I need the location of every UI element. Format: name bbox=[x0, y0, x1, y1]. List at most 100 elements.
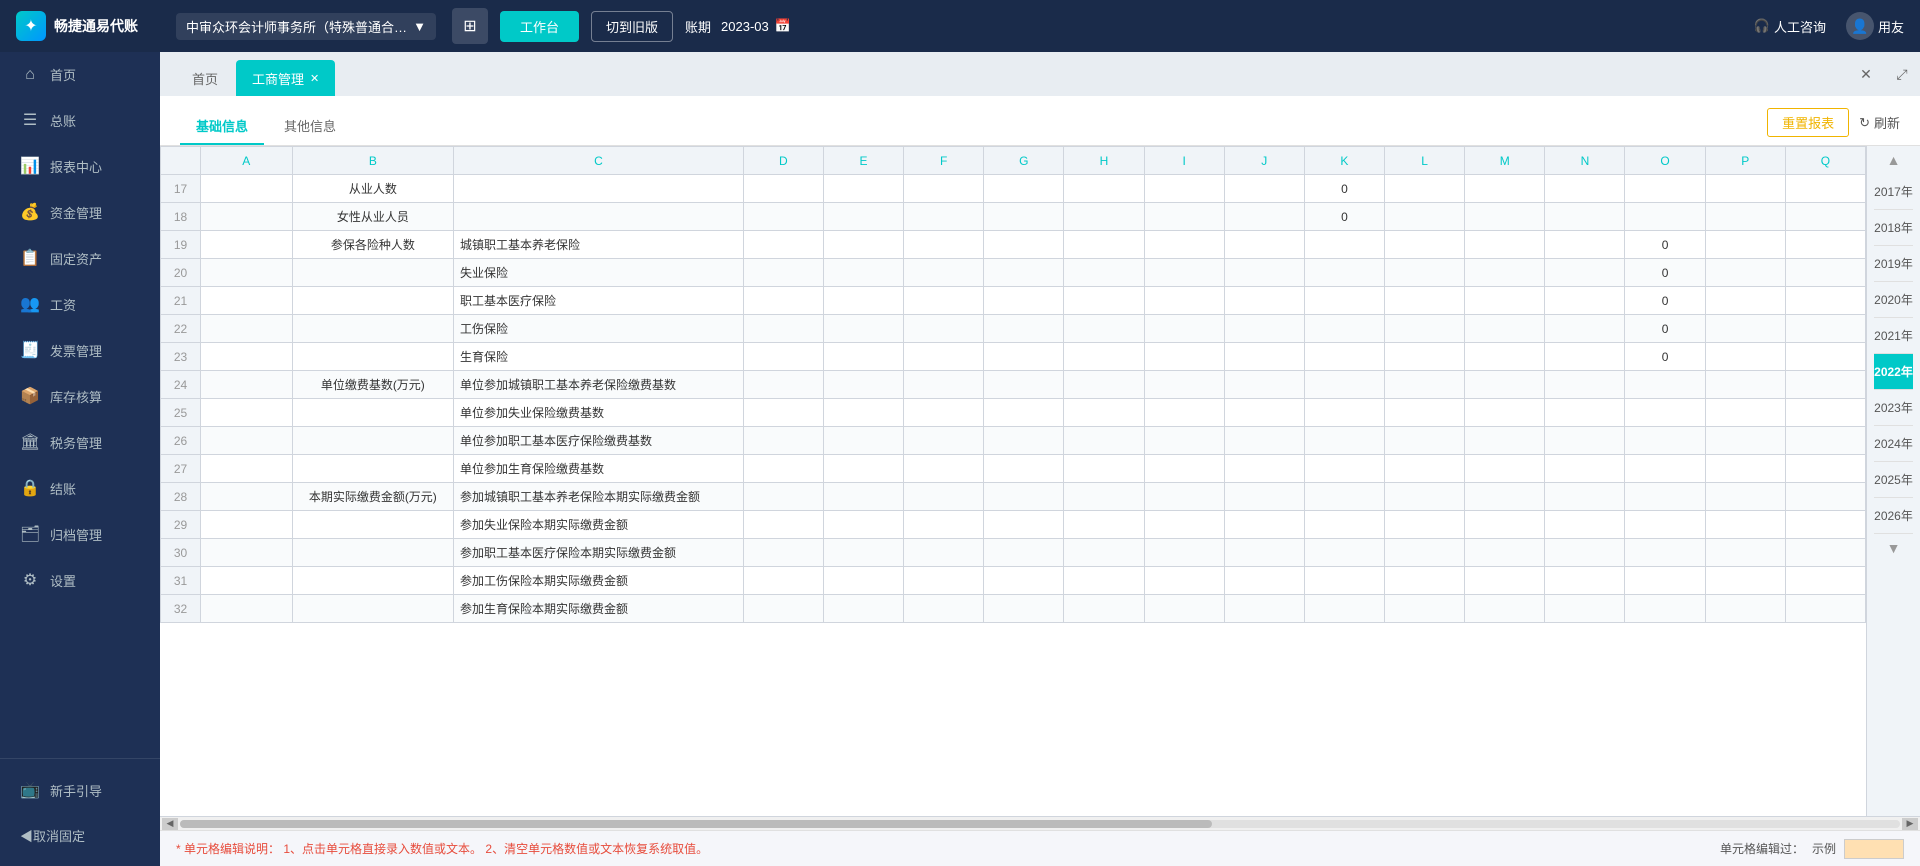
cell-g-11[interactable] bbox=[984, 483, 1064, 511]
cell-l-5[interactable] bbox=[1385, 315, 1465, 343]
cell-k-2[interactable] bbox=[1304, 231, 1384, 259]
cell-a-7[interactable] bbox=[201, 371, 293, 399]
cell-p-8[interactable] bbox=[1705, 399, 1785, 427]
cell-e-10[interactable] bbox=[823, 455, 903, 483]
sidebar-item-archive[interactable]: 🗂 归档管理 bbox=[0, 511, 160, 557]
cell-n-11[interactable] bbox=[1545, 483, 1625, 511]
cell-k-3[interactable] bbox=[1304, 259, 1384, 287]
cell-q-12[interactable] bbox=[1785, 511, 1865, 539]
cell-g-9[interactable] bbox=[984, 427, 1064, 455]
cell-f-1[interactable] bbox=[904, 203, 984, 231]
cell-k-1[interactable]: 0 bbox=[1304, 203, 1384, 231]
cell-m-13[interactable] bbox=[1465, 539, 1545, 567]
cell-k-10[interactable] bbox=[1304, 455, 1384, 483]
cell-a-13[interactable] bbox=[201, 539, 293, 567]
cell-f-10[interactable] bbox=[904, 455, 984, 483]
cell-c-3[interactable]: 失业保险 bbox=[454, 259, 744, 287]
cell-k-7[interactable] bbox=[1304, 371, 1384, 399]
cell-d-1[interactable] bbox=[743, 203, 823, 231]
cell-i-9[interactable] bbox=[1144, 427, 1224, 455]
cell-q-11[interactable] bbox=[1785, 483, 1865, 511]
cell-f-5[interactable] bbox=[904, 315, 984, 343]
cell-n-14[interactable] bbox=[1545, 567, 1625, 595]
year-item[interactable]: 2026年 bbox=[1874, 498, 1913, 534]
cell-c-8[interactable]: 单位参加失业保险缴费基数 bbox=[454, 399, 744, 427]
cell-b-4[interactable] bbox=[292, 287, 453, 315]
cell-j-13[interactable] bbox=[1224, 539, 1304, 567]
cell-p-12[interactable] bbox=[1705, 511, 1785, 539]
cell-j-14[interactable] bbox=[1224, 567, 1304, 595]
cell-e-4[interactable] bbox=[823, 287, 903, 315]
cell-p-13[interactable] bbox=[1705, 539, 1785, 567]
cell-q-6[interactable] bbox=[1785, 343, 1865, 371]
cell-a-12[interactable] bbox=[201, 511, 293, 539]
cell-h-14[interactable] bbox=[1064, 567, 1144, 595]
cell-k-8[interactable] bbox=[1304, 399, 1384, 427]
spreadsheet-container[interactable]: A B C D E F G H I J K L bbox=[160, 146, 1866, 816]
cell-e-3[interactable] bbox=[823, 259, 903, 287]
cell-c-11[interactable]: 参加城镇职工基本养老保险本期实际缴费金额 bbox=[454, 483, 744, 511]
cell-g-8[interactable] bbox=[984, 399, 1064, 427]
cell-h-13[interactable] bbox=[1064, 539, 1144, 567]
cell-l-3[interactable] bbox=[1385, 259, 1465, 287]
cell-q-1[interactable] bbox=[1785, 203, 1865, 231]
cell-c-12[interactable]: 参加失业保险本期实际缴费金额 bbox=[454, 511, 744, 539]
cell-o-0[interactable] bbox=[1625, 175, 1705, 203]
cell-a-9[interactable] bbox=[201, 427, 293, 455]
cell-l-4[interactable] bbox=[1385, 287, 1465, 315]
cell-p-1[interactable] bbox=[1705, 203, 1785, 231]
cell-b-7[interactable]: 单位缴费基数(万元) bbox=[292, 371, 453, 399]
cell-h-4[interactable] bbox=[1064, 287, 1144, 315]
cell-f-15[interactable] bbox=[904, 595, 984, 623]
cell-j-0[interactable] bbox=[1224, 175, 1304, 203]
cell-p-7[interactable] bbox=[1705, 371, 1785, 399]
cell-b-15[interactable] bbox=[292, 595, 453, 623]
cell-q-15[interactable] bbox=[1785, 595, 1865, 623]
cell-c-7[interactable]: 单位参加城镇职工基本养老保险缴费基数 bbox=[454, 371, 744, 399]
cell-b-14[interactable] bbox=[292, 567, 453, 595]
cell-a-6[interactable] bbox=[201, 343, 293, 371]
cell-e-8[interactable] bbox=[823, 399, 903, 427]
cell-m-12[interactable] bbox=[1465, 511, 1545, 539]
cell-d-7[interactable] bbox=[743, 371, 823, 399]
cell-l-7[interactable] bbox=[1385, 371, 1465, 399]
cell-k-15[interactable] bbox=[1304, 595, 1384, 623]
cell-i-10[interactable] bbox=[1144, 455, 1224, 483]
service-button[interactable]: 🎧 人工咨询 bbox=[1754, 17, 1826, 36]
cell-o-7[interactable] bbox=[1625, 371, 1705, 399]
cell-d-0[interactable] bbox=[743, 175, 823, 203]
cell-j-5[interactable] bbox=[1224, 315, 1304, 343]
cell-j-6[interactable] bbox=[1224, 343, 1304, 371]
cell-b-13[interactable] bbox=[292, 539, 453, 567]
cell-e-9[interactable] bbox=[823, 427, 903, 455]
cell-i-7[interactable] bbox=[1144, 371, 1224, 399]
cell-l-2[interactable] bbox=[1385, 231, 1465, 259]
cell-i-1[interactable] bbox=[1144, 203, 1224, 231]
cell-i-15[interactable] bbox=[1144, 595, 1224, 623]
cell-n-3[interactable] bbox=[1545, 259, 1625, 287]
sidebar-item-inventory[interactable]: 📦 库存核算 bbox=[0, 373, 160, 419]
cell-a-1[interactable] bbox=[201, 203, 293, 231]
cell-h-5[interactable] bbox=[1064, 315, 1144, 343]
scroll-thumb[interactable] bbox=[180, 820, 1212, 828]
cell-f-8[interactable] bbox=[904, 399, 984, 427]
sidebar-item-close-period[interactable]: 🔒 结账 bbox=[0, 465, 160, 511]
cell-l-13[interactable] bbox=[1385, 539, 1465, 567]
cell-f-4[interactable] bbox=[904, 287, 984, 315]
cell-e-15[interactable] bbox=[823, 595, 903, 623]
cell-d-4[interactable] bbox=[743, 287, 823, 315]
cell-c-9[interactable]: 单位参加职工基本医疗保险缴费基数 bbox=[454, 427, 744, 455]
cell-q-7[interactable] bbox=[1785, 371, 1865, 399]
cell-b-2[interactable]: 参保各险种人数 bbox=[292, 231, 453, 259]
copy-icon-btn[interactable]: ⊞ bbox=[452, 8, 488, 44]
cell-n-5[interactable] bbox=[1545, 315, 1625, 343]
cell-e-14[interactable] bbox=[823, 567, 903, 595]
cell-i-4[interactable] bbox=[1144, 287, 1224, 315]
cell-j-2[interactable] bbox=[1224, 231, 1304, 259]
cell-q-13[interactable] bbox=[1785, 539, 1865, 567]
sidebar-item-new-user[interactable]: 📺 新手引导 bbox=[0, 767, 160, 813]
cell-p-10[interactable] bbox=[1705, 455, 1785, 483]
cell-h-12[interactable] bbox=[1064, 511, 1144, 539]
cell-q-4[interactable] bbox=[1785, 287, 1865, 315]
cell-k-13[interactable] bbox=[1304, 539, 1384, 567]
